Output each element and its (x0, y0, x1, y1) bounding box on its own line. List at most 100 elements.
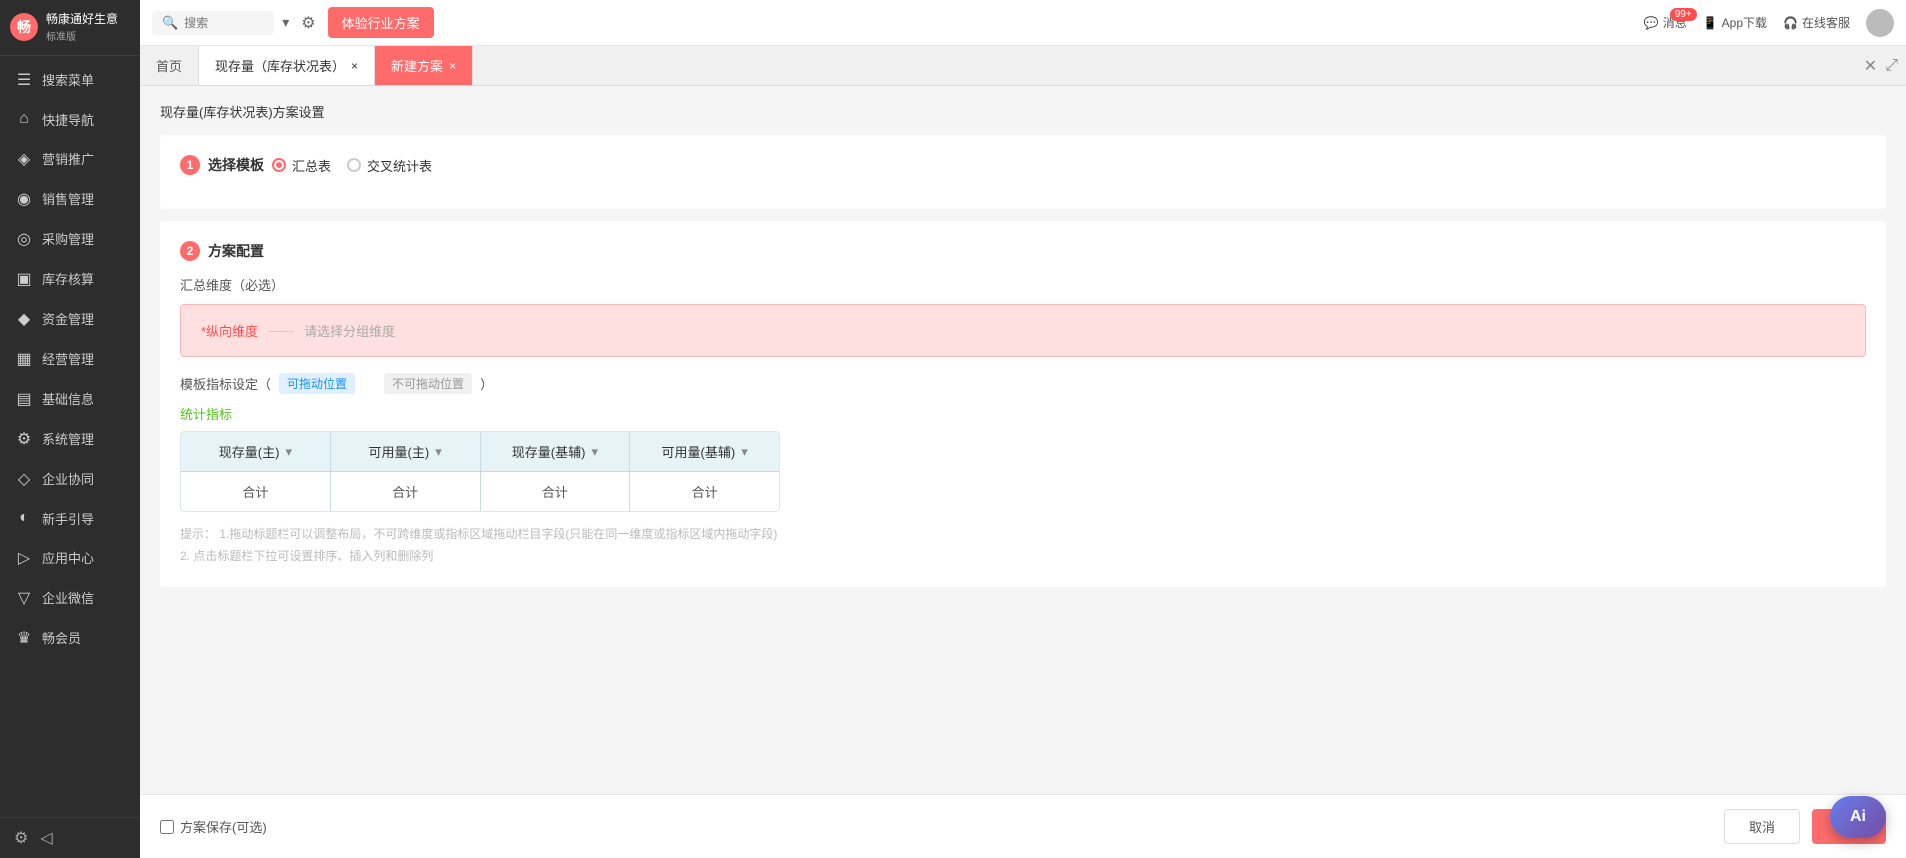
sidebar-item-label: 资金管理 (42, 309, 94, 328)
message-icon: 💬 (1644, 16, 1659, 30)
sidebar-item-label: 营销推广 (42, 149, 94, 168)
sidebar-item-finance[interactable]: ◆ 资金管理 (0, 299, 140, 339)
radio-summary-label: 汇总表 (292, 156, 331, 175)
sidebar: 畅 畅康通好生意 标准版 ☰ 搜索菜单 ⌂ 快捷导航 ◈ 营销推广 ◉ 销售管理… (0, 0, 140, 858)
col-dropdown-icon-1: ▾ (435, 444, 442, 460)
user-avatar[interactable] (1866, 9, 1894, 37)
new-guide-icon: ◐ (14, 509, 34, 527)
stats-table: 现存量(主) ▾ 可用量(主) ▾ 现存量(基辅) ▾ 可用量(基辅) ▾ (180, 431, 780, 512)
gear-icon[interactable]: ⚙ (301, 13, 315, 33)
section2-title: 方案配置 (208, 241, 264, 261)
tab-expand-icon[interactable]: ⤢ (1885, 57, 1898, 75)
sidebar-item-label: 销售管理 (42, 189, 94, 208)
tab-inventory-status[interactable]: 现存量（库存状况表） × (199, 46, 375, 85)
col-header-1[interactable]: 可用量(主) ▾ (331, 432, 481, 471)
bottom-bar: 方案保存(可选) 取消 查询 (140, 794, 1906, 858)
messages-badge: 99+ (1670, 8, 1697, 21)
enterprise-wechat-icon: ▽ (14, 588, 34, 608)
tab-new-scheme-close[interactable]: × (449, 59, 456, 73)
sidebar-item-label: 基础信息 (42, 389, 94, 408)
dim-placeholder: 请选择分组维度 (304, 321, 395, 340)
sidebar-item-inventory[interactable]: ▣ 库存核算 (0, 259, 140, 299)
sidebar-footer: ⚙ ◁ (0, 817, 140, 858)
sidebar-item-marketing[interactable]: ◈ 营销推广 (0, 139, 140, 179)
search-icon: 🔍 (162, 15, 178, 31)
col-dropdown-icon-2: ▾ (591, 444, 598, 460)
radio-cross[interactable]: 交叉统计表 (347, 156, 432, 175)
indicator-label-text: 模板指标设定（ (180, 374, 271, 393)
hint-2: 2. 点击标题栏下拉可设置排序、插入列和删除列 (180, 546, 1866, 568)
download-icon: 📱 (1703, 16, 1718, 30)
section2-header: 2 方案配置 (180, 241, 1866, 261)
online-service-label: 在线客服 (1802, 14, 1850, 31)
sales-icon: ◉ (14, 189, 34, 209)
sidebar-item-label: 经营管理 (42, 349, 94, 368)
save-checkbox[interactable] (160, 820, 174, 834)
search-box[interactable]: 🔍 (152, 11, 274, 35)
stats-table-header: 现存量(主) ▾ 可用量(主) ▾ 现存量(基辅) ▾ 可用量(基辅) ▾ (181, 432, 779, 471)
col-header-0[interactable]: 现存量(主) ▾ (181, 432, 331, 471)
system-icon: ⚙ (14, 429, 34, 449)
col-header-label-3: 可用量(基辅) (662, 442, 736, 461)
sidebar-item-enterprise[interactable]: ◇ 企业协同 (0, 459, 140, 499)
non-draggable-tag: 不可拖动位置 (384, 373, 472, 394)
dimension-box[interactable]: *纵向维度 —— 请选择分组维度 (180, 304, 1866, 357)
ai-bubble[interactable]: Ai (1830, 796, 1886, 838)
cancel-button[interactable]: 取消 (1724, 809, 1800, 844)
main-area: 🔍 ▾ ⚙ 体验行业方案 💬 消息 99+ 📱 App下载 🎧 在线客服 (140, 0, 1906, 858)
settings-icon[interactable]: ⚙ (14, 828, 28, 848)
sidebar-item-label: 新手引导 (42, 509, 94, 528)
search-dropdown-btn[interactable]: ▾ (282, 14, 289, 31)
finance-icon: ◆ (14, 309, 34, 329)
inventory-icon: ▣ (14, 269, 34, 289)
radio-summary-dot (272, 158, 286, 172)
search-menu-icon: ☰ (14, 70, 34, 90)
tab-home[interactable]: 首页 (140, 46, 199, 85)
sidebar-item-label: 企业协同 (42, 469, 94, 488)
sidebar-item-new-guide[interactable]: ◐ 新手引导 (0, 499, 140, 538)
purchase-icon: ◎ (14, 229, 34, 249)
sidebar-item-enterprise-wechat[interactable]: ▽ 企业微信 (0, 578, 140, 618)
tab-new-scheme[interactable]: 新建方案 × (375, 46, 473, 85)
sidebar-item-purchase[interactable]: ◎ 采购管理 (0, 219, 140, 259)
stats-table-body: 合计 合计 合计 合计 (181, 471, 779, 511)
sidebar-item-label: 采购管理 (42, 229, 94, 248)
sidebar-item-search-menu[interactable]: ☰ 搜索菜单 (0, 60, 140, 100)
sidebar-item-label: 企业微信 (42, 588, 94, 607)
trial-btn[interactable]: 体验行业方案 (328, 7, 434, 38)
section2-num: 2 (180, 241, 200, 261)
sidebar-item-quick-nav[interactable]: ⌂ 快捷导航 (0, 100, 140, 139)
radio-summary[interactable]: 汇总表 (272, 156, 331, 175)
section2-card: 2 方案配置 汇总维度（必选） *纵向维度 —— 请选择分组维度 模板指标设定（… (160, 221, 1886, 587)
col-header-3[interactable]: 可用量(基辅) ▾ (630, 432, 779, 471)
indicator-close-text: ） (480, 374, 493, 393)
sidebar-item-basic-info[interactable]: ▤ 基础信息 (0, 379, 140, 419)
tab-close-all-icon[interactable]: ✕ (1864, 56, 1877, 76)
search-input[interactable] (184, 16, 264, 30)
radio-cross-label: 交叉统计表 (367, 156, 432, 175)
enterprise-icon: ◇ (14, 469, 34, 489)
app-download-btn[interactable]: 📱 App下载 (1703, 14, 1767, 31)
tab-home-label: 首页 (156, 56, 182, 75)
dimension-label: 汇总维度（必选） (180, 275, 1866, 294)
app-download-label: App下载 (1722, 14, 1767, 31)
sidebar-item-vip[interactable]: ♛ 畅会员 (0, 618, 140, 658)
sidebar-item-app-center[interactable]: ▷ 应用中心 (0, 538, 140, 578)
operations-icon: ▦ (14, 349, 34, 369)
tab-inventory-close[interactable]: × (351, 59, 358, 73)
messages-btn[interactable]: 💬 消息 99+ (1644, 14, 1687, 31)
sidebar-item-system[interactable]: ⚙ 系统管理 (0, 419, 140, 459)
audio-icon[interactable]: ◁ (40, 828, 52, 848)
sidebar-item-operations[interactable]: ▦ 经营管理 (0, 339, 140, 379)
sidebar-item-sales[interactable]: ◉ 销售管理 (0, 179, 140, 219)
online-service-btn[interactable]: 🎧 在线客服 (1783, 14, 1850, 31)
col-header-2[interactable]: 现存量(基辅) ▾ (481, 432, 631, 471)
sidebar-nav: ☰ 搜索菜单 ⌂ 快捷导航 ◈ 营销推广 ◉ 销售管理 ◎ 采购管理 ▣ 库存核… (0, 56, 140, 817)
quick-nav-icon: ⌂ (14, 110, 34, 128)
col-header-label-1: 可用量(主) (369, 442, 430, 461)
app-name: 畅康通好生意 (46, 12, 118, 28)
vertical-dim-required: *纵向维度 (201, 321, 258, 340)
col-header-label-2: 现存量(基辅) (512, 442, 586, 461)
app-edition: 标准版 (46, 28, 118, 43)
page-title: 现存量(库存状况表)方案设置 (160, 102, 1886, 121)
